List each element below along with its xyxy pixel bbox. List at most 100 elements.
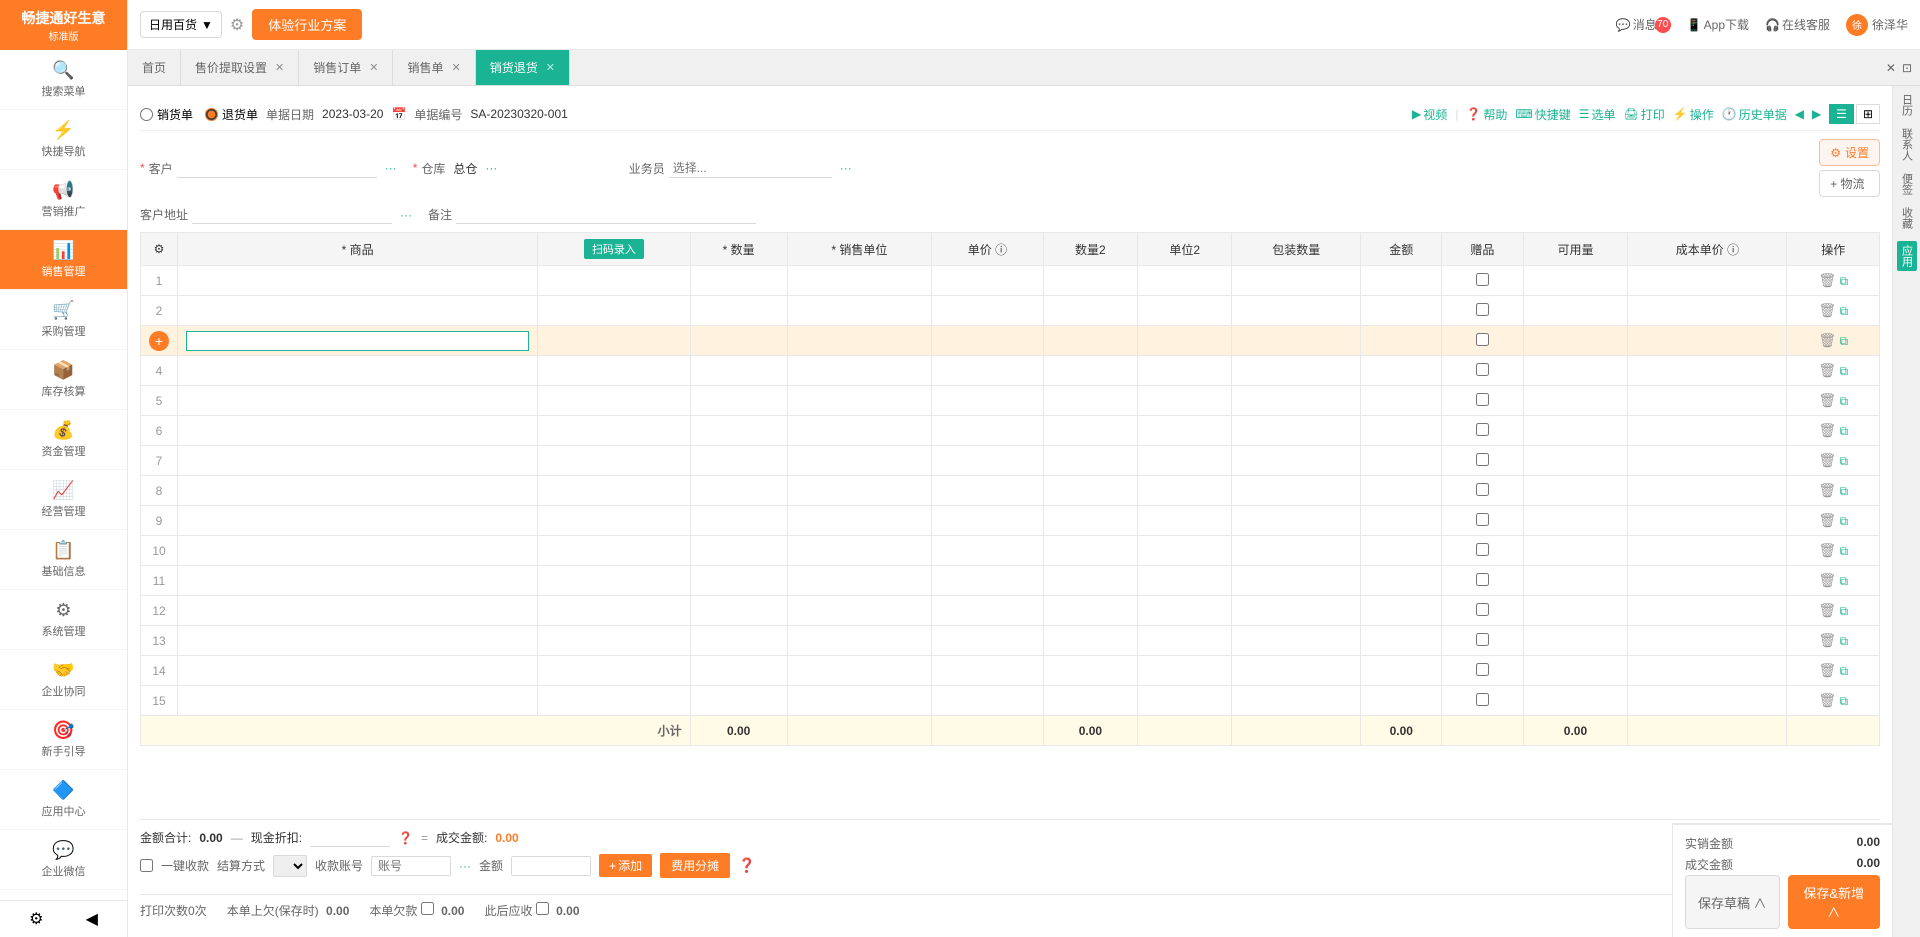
gift-checkbox-4[interactable]	[1476, 363, 1489, 376]
calendar-icon[interactable]: 📅	[391, 107, 406, 121]
maximize-icon[interactable]: ⊡	[1902, 61, 1912, 75]
pkg-cell-8[interactable]	[1232, 476, 1361, 506]
method-select[interactable]	[273, 855, 307, 877]
sidebar-item-10[interactable]: 🤝企业协同	[0, 650, 127, 710]
tab-close-2[interactable]: ✕	[369, 61, 378, 74]
gift-checkbox-9[interactable]	[1476, 513, 1489, 526]
delete-btn-7[interactable]: 🗑	[1818, 452, 1836, 469]
qty-cell-15[interactable]	[690, 686, 787, 716]
available-cell-5[interactable]	[1523, 386, 1628, 416]
qty2-cell-15[interactable]	[1043, 686, 1137, 716]
right-panel-btn-5[interactable]: 应用	[1897, 241, 1917, 271]
available-cell-11[interactable]	[1523, 566, 1628, 596]
available-cell-14[interactable]	[1523, 656, 1628, 686]
price-cell-11[interactable]	[932, 566, 1044, 596]
add-payment-btn[interactable]: + 添加	[599, 854, 652, 877]
qty-cell-12[interactable]	[690, 596, 787, 626]
unit2-cell-2[interactable]	[1138, 296, 1232, 326]
delete-btn-9[interactable]: 🗑	[1818, 512, 1836, 529]
tab-close-all-btn[interactable]: ✕⊡	[1878, 50, 1920, 85]
settings-btn[interactable]: ⚙ 设置	[1819, 139, 1880, 166]
unit2-cell-15[interactable]	[1138, 686, 1232, 716]
amount-cell-6[interactable]	[1361, 416, 1442, 446]
warehouse-dots[interactable]: ···	[485, 161, 497, 175]
delete-btn-11[interactable]: 🗑	[1818, 572, 1836, 589]
copy-btn-1[interactable]: ⧉	[1840, 274, 1849, 289]
radio-return[interactable]: 退货单	[205, 106, 258, 123]
delete-btn-15[interactable]: 🗑	[1818, 692, 1836, 709]
cost-price-cell-9[interactable]	[1628, 506, 1787, 536]
prev-btn[interactable]: ◀	[1795, 107, 1804, 121]
sidebar-item-7[interactable]: 📈经营管理	[0, 470, 127, 530]
copy-btn-15[interactable]: ⧉	[1840, 694, 1849, 709]
available-cell-12[interactable]	[1523, 596, 1628, 626]
shortcut-action[interactable]: ⌨ 快捷键	[1515, 106, 1570, 123]
unit2-cell-7[interactable]	[1138, 446, 1232, 476]
delete-btn-4[interactable]: 🗑	[1818, 362, 1836, 379]
available-cell-15[interactable]	[1523, 686, 1628, 716]
radio-return-input[interactable]	[205, 108, 218, 121]
price-cell-8[interactable]	[932, 476, 1044, 506]
pkg-cell-10[interactable]	[1232, 536, 1361, 566]
qty-cell-4[interactable]	[690, 356, 787, 386]
debt-checkbox[interactable]	[421, 902, 434, 915]
logistics-btn[interactable]: + 物流	[1819, 170, 1880, 197]
tab-3[interactable]: 销售单✕	[393, 50, 475, 85]
qty2-cell-4[interactable]	[1043, 356, 1137, 386]
qty2-cell-13[interactable]	[1043, 626, 1137, 656]
amount-cell-5[interactable]	[1361, 386, 1442, 416]
delete-btn-8[interactable]: 🗑	[1818, 482, 1836, 499]
scan-btn[interactable]: 扫码录入	[584, 239, 644, 259]
fee-split-btn[interactable]: 费用分摊	[660, 853, 730, 878]
one-click-checkbox[interactable]	[140, 859, 153, 872]
message-icon-item[interactable]: 💬 消息 70	[1616, 16, 1671, 33]
tab-2[interactable]: 销售订单✕	[299, 50, 393, 85]
cost-price-cell-4[interactable]	[1628, 356, 1787, 386]
qty-cell-3[interactable]	[690, 326, 787, 356]
unit2-cell-6[interactable]	[1138, 416, 1232, 446]
qty2-cell-2[interactable]	[1043, 296, 1137, 326]
unit2-cell-11[interactable]	[1138, 566, 1232, 596]
price-cell-10[interactable]	[932, 536, 1044, 566]
gift-checkbox-8[interactable]	[1476, 483, 1489, 496]
add-row-btn-3[interactable]: +	[149, 331, 169, 351]
qty-cell-10[interactable]	[690, 536, 787, 566]
print-action[interactable]: 🖨 打印	[1624, 106, 1665, 123]
cost-price-cell-7[interactable]	[1628, 446, 1787, 476]
copy-btn-3[interactable]: ⧉	[1840, 334, 1849, 349]
unit-cell-12[interactable]	[787, 596, 932, 626]
product-cell-13[interactable]	[178, 626, 538, 656]
product-cell-1[interactable]	[178, 266, 538, 296]
amount-cell-1[interactable]	[1361, 266, 1442, 296]
qty2-cell-10[interactable]	[1043, 536, 1137, 566]
cost-price-cell-6[interactable]	[1628, 416, 1787, 446]
experience-btn[interactable]: 体验行业方案	[252, 9, 362, 40]
delete-btn-10[interactable]: 🗑	[1818, 542, 1836, 559]
delete-btn-12[interactable]: 🗑	[1818, 602, 1836, 619]
copy-btn-6[interactable]: ⧉	[1840, 424, 1849, 439]
unit-cell-9[interactable]	[787, 506, 932, 536]
right-panel-btn-3[interactable]: 便签	[1899, 173, 1915, 195]
right-panel-btn-2[interactable]: 联系人	[1899, 128, 1915, 161]
gift-checkbox-12[interactable]	[1476, 603, 1489, 616]
cost-price-cell-3[interactable]	[1628, 326, 1787, 356]
tab-close-3[interactable]: ✕	[452, 61, 461, 74]
sidebar-item-5[interactable]: 📦库存核算	[0, 350, 127, 410]
available-cell-6[interactable]	[1523, 416, 1628, 446]
next-btn[interactable]: ▶	[1812, 107, 1821, 121]
customer-input[interactable]	[177, 159, 377, 178]
sidebar-item-9[interactable]: ⚙系统管理	[0, 590, 127, 650]
customer-dots[interactable]: ···	[385, 161, 397, 175]
qty-cell-11[interactable]	[690, 566, 787, 596]
receivable-checkbox[interactable]	[536, 902, 549, 915]
unit-cell-14[interactable]	[787, 656, 932, 686]
qty-cell-2[interactable]	[690, 296, 787, 326]
sidebar-item-12[interactable]: 🔷应用中心	[0, 770, 127, 830]
available-cell-13[interactable]	[1523, 626, 1628, 656]
unit-cell-6[interactable]	[787, 416, 932, 446]
sidebar-item-11[interactable]: 🎯新手引导	[0, 710, 127, 770]
product-cell-10[interactable]	[178, 536, 538, 566]
unit-cell-7[interactable]	[787, 446, 932, 476]
help-action[interactable]: ❓ 帮助	[1466, 106, 1507, 123]
amount-cell-11[interactable]	[1361, 566, 1442, 596]
